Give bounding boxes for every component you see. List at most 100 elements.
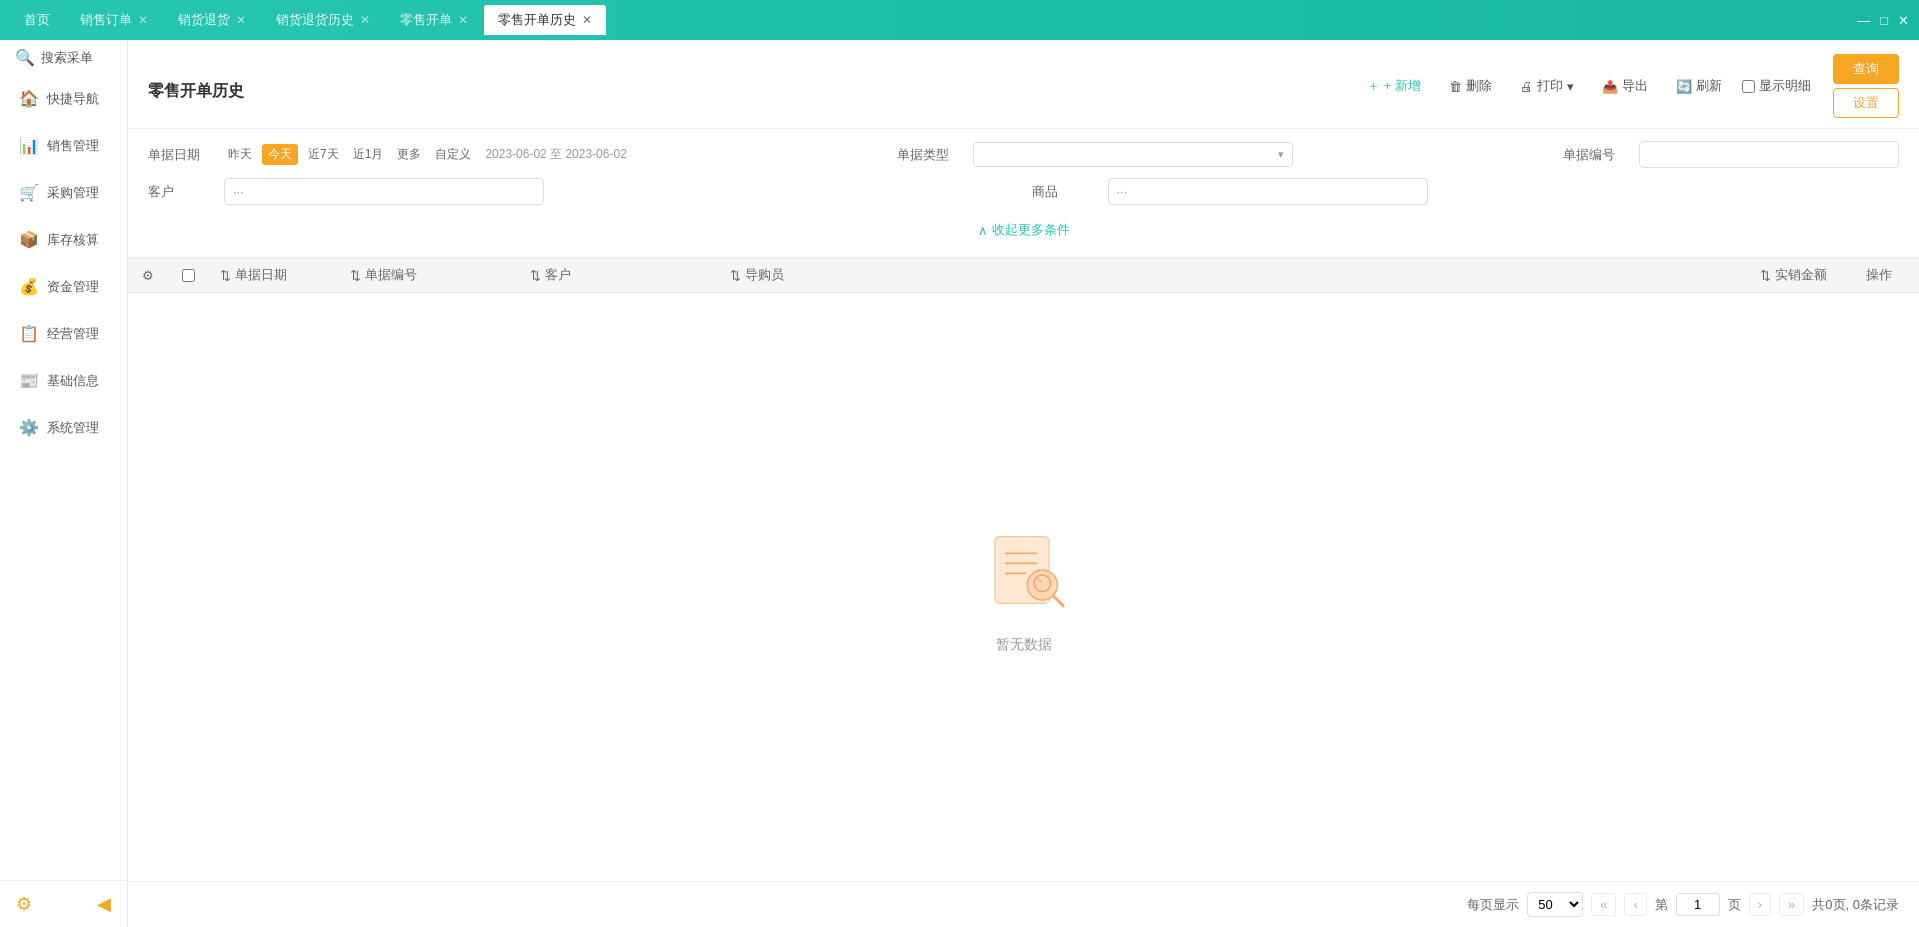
tab-retail-open-history[interactable]: 零售开单历史 ✕ xyxy=(484,5,606,35)
table-area: ⚙ ⇅ 单据日期 ⇅ 单据编号 ⇅ 客户 ⇅ xyxy=(128,258,1919,881)
query-button[interactable]: 查询 xyxy=(1833,54,1899,84)
tab-retail-open[interactable]: 零售开单 ✕ xyxy=(386,5,482,35)
th-guide: ⇅ 导购员 xyxy=(718,266,848,284)
settings-button[interactable]: 设置 xyxy=(1833,88,1899,118)
date-more[interactable]: 更多 xyxy=(393,144,425,165)
show-detail-checkbox[interactable] xyxy=(1742,80,1755,93)
sort-date-icon[interactable]: ⇅ xyxy=(220,268,231,283)
tab-sales-return-history-close[interactable]: ✕ xyxy=(360,13,370,27)
refresh-button[interactable]: 🔄 刷新 xyxy=(1668,73,1730,99)
number-label: 单据编号 xyxy=(1563,146,1623,164)
tab-sales-return-history[interactable]: 销货退货历史 ✕ xyxy=(262,5,384,35)
basic-info-icon: 📰 xyxy=(19,371,39,390)
content-area: 零售开单历史 ＋ + 新增 🗑 删除 🖨 打印 ▾ 📤 导出 xyxy=(128,40,1919,927)
sidebar-item-sales[interactable]: 📊 销售管理 xyxy=(0,122,127,169)
customer-label: 客户 xyxy=(148,183,208,201)
tab-sales-return[interactable]: 销货退货 ✕ xyxy=(164,5,260,35)
sort-amount-icon[interactable]: ⇅ xyxy=(1760,268,1771,283)
sidebar-item-finance[interactable]: 💰 资金管理 xyxy=(0,263,127,310)
action-buttons: 查询 设置 xyxy=(1833,54,1899,118)
sidebar-item-inventory[interactable]: 📦 库存核算 xyxy=(0,216,127,263)
tab-home-label: 首页 xyxy=(24,11,50,29)
date-custom[interactable]: 自定义 xyxy=(431,144,475,165)
print-dropdown-icon: ▾ xyxy=(1567,79,1574,94)
settings-footer-icon[interactable]: ⚙ xyxy=(16,893,32,915)
sidebar-footer: ⚙ ◀ xyxy=(0,880,127,927)
filter-section: 单据日期 昨天 今天 近7天 近1月 更多 自定义 2023-06-02 至 2… xyxy=(128,129,1919,258)
sidebar-item-system[interactable]: ⚙️ 系统管理 xyxy=(0,404,127,451)
sidebar-sales-label: 销售管理 xyxy=(47,137,99,155)
tab-list: 首页 销售订单 ✕ 销货退货 ✕ 销货退货历史 ✕ 零售开单 ✕ 零售开单历史 … xyxy=(10,5,1857,35)
th-amount-label: 实销金额 xyxy=(1775,266,1827,284)
sidebar-item-quick-nav[interactable]: 🏠 快捷导航 xyxy=(0,75,127,122)
th-operation: 操作 xyxy=(1839,266,1919,284)
tab-sales-return-close[interactable]: ✕ xyxy=(236,13,246,27)
show-detail-checkbox-wrap[interactable]: 显示明细 xyxy=(1742,77,1811,95)
date-today[interactable]: 今天 xyxy=(262,144,298,165)
print-button[interactable]: 🖨 打印 ▾ xyxy=(1512,73,1582,99)
print-label: 打印 xyxy=(1537,77,1563,95)
prev-page-button[interactable]: ‹ xyxy=(1624,893,1646,916)
delete-label: 删除 xyxy=(1466,77,1492,95)
date-label: 单据日期 xyxy=(148,146,208,164)
goods-select[interactable]: ··· xyxy=(1108,178,1428,205)
tab-home[interactable]: 首页 xyxy=(10,5,64,35)
sidebar-inventory-label: 库存核算 xyxy=(47,231,99,249)
window-maximize[interactable]: □ xyxy=(1880,13,1888,28)
sidebar-finance-label: 资金管理 xyxy=(47,278,99,296)
pagination: 每页显示 50 100 200 « ‹ 第 页 › » 共0页, 0条记录 xyxy=(128,881,1919,927)
system-icon: ⚙️ xyxy=(19,418,39,437)
svg-line-5 xyxy=(1053,596,1063,606)
export-icon: 📤 xyxy=(1602,79,1618,94)
sort-number-icon[interactable]: ⇅ xyxy=(350,268,361,283)
sort-guide-icon[interactable]: ⇅ xyxy=(730,268,741,283)
customer-select[interactable]: ··· xyxy=(224,178,544,205)
page-input[interactable] xyxy=(1676,893,1720,916)
window-close[interactable]: ✕ xyxy=(1898,13,1909,28)
tab-sales-order[interactable]: 销售订单 ✕ xyxy=(66,5,162,35)
next-page-button[interactable]: › xyxy=(1749,893,1771,916)
th-settings[interactable]: ⚙ xyxy=(128,268,168,283)
number-input[interactable] xyxy=(1639,141,1899,168)
add-button[interactable]: ＋ + 新增 xyxy=(1359,73,1429,99)
sort-customer-icon[interactable]: ⇅ xyxy=(530,268,541,283)
sidebar-item-basic-info[interactable]: 📰 基础信息 xyxy=(0,357,127,404)
tab-retail-open-close[interactable]: ✕ xyxy=(458,13,468,27)
goods-placeholder: ··· xyxy=(1117,184,1419,199)
per-page-select[interactable]: 50 100 200 xyxy=(1527,892,1583,917)
first-page-button[interactable]: « xyxy=(1591,893,1616,916)
th-operation-label: 操作 xyxy=(1866,266,1892,284)
top-bar: 首页 销售订单 ✕ 销货退货 ✕ 销货退货历史 ✕ 零售开单 ✕ 零售开单历史 … xyxy=(0,0,1919,40)
date-yesterday[interactable]: 昨天 xyxy=(224,144,256,165)
inventory-icon: 📦 xyxy=(19,230,39,249)
date-1month[interactable]: 近1月 xyxy=(349,144,388,165)
sidebar-item-purchase[interactable]: 🛒 采购管理 xyxy=(0,169,127,216)
tab-sales-order-close[interactable]: ✕ xyxy=(138,13,148,27)
print-icon: 🖨 xyxy=(1520,79,1533,94)
date-7days[interactable]: 近7天 xyxy=(304,144,343,165)
more-conditions-label: 收起更多条件 xyxy=(992,221,1070,239)
tab-retail-open-history-close[interactable]: ✕ xyxy=(582,13,592,27)
collapse-icon[interactable]: ◀ xyxy=(97,893,111,915)
export-button[interactable]: 📤 导出 xyxy=(1594,73,1656,99)
th-number: ⇅ 单据编号 xyxy=(338,266,518,284)
type-select[interactable]: ▾ xyxy=(973,142,1293,167)
add-icon: ＋ xyxy=(1367,77,1380,95)
search-icon: 🔍 xyxy=(15,48,35,67)
page-header: 零售开单历史 ＋ + 新增 🗑 删除 🖨 打印 ▾ 📤 导出 xyxy=(128,40,1919,129)
sidebar-item-operations[interactable]: 📋 经营管理 xyxy=(0,310,127,357)
more-conditions-toggle[interactable]: ∧ 收起更多条件 xyxy=(148,215,1899,245)
th-customer-label: 客户 xyxy=(545,266,571,284)
empty-state: 暂无数据 xyxy=(128,293,1919,881)
sidebar-operations-label: 经营管理 xyxy=(47,325,99,343)
sidebar-item-search[interactable]: 🔍 搜索采单 xyxy=(0,40,127,75)
select-all-checkbox[interactable] xyxy=(182,269,195,282)
th-checkbox[interactable] xyxy=(168,269,208,282)
delete-button[interactable]: 🗑 删除 xyxy=(1441,73,1500,99)
page-prefix-label: 第 xyxy=(1655,896,1668,914)
th-date-label: 单据日期 xyxy=(235,266,287,284)
window-minimize[interactable]: — xyxy=(1857,13,1870,28)
date-shortcuts: 昨天 今天 近7天 近1月 更多 自定义 2023-06-02 至 2023-0… xyxy=(224,144,627,165)
last-page-button[interactable]: » xyxy=(1779,893,1804,916)
table-header: ⚙ ⇅ 单据日期 ⇅ 单据编号 ⇅ 客户 ⇅ xyxy=(128,258,1919,293)
